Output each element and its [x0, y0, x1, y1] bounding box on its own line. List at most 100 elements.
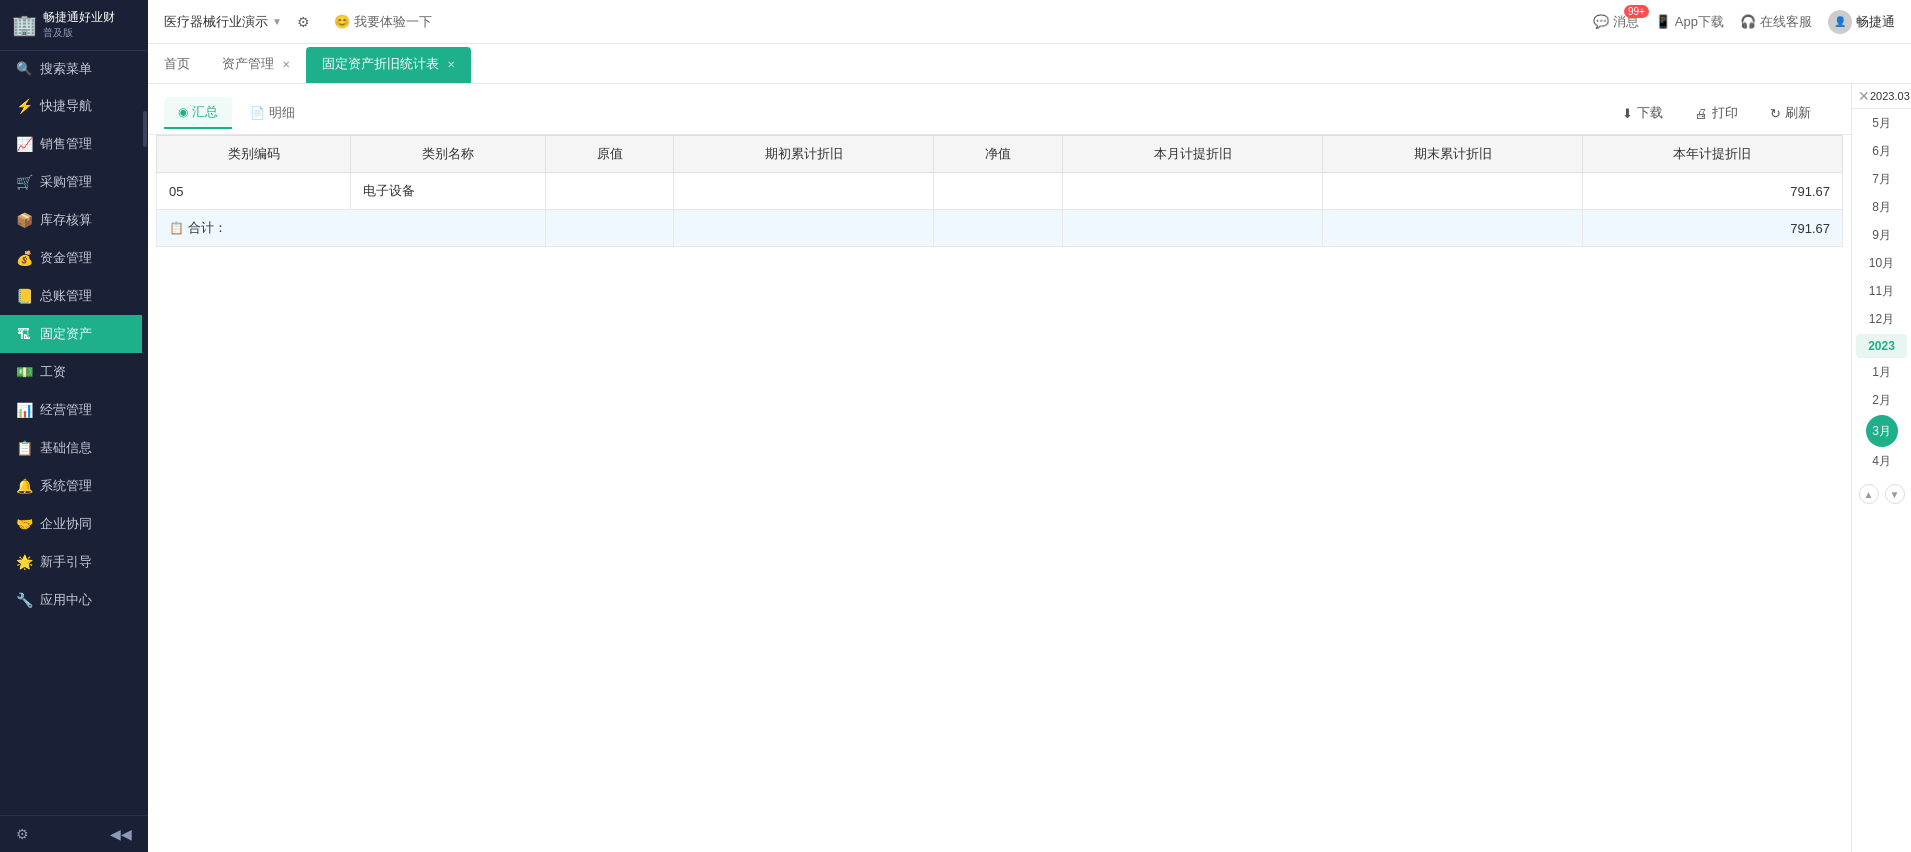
- print-button[interactable]: 🖨 打印: [1687, 100, 1746, 126]
- sidebar-item-enterprise[interactable]: 🤝 企业协同: [0, 505, 142, 543]
- date-month-10[interactable]: 10月: [1856, 250, 1907, 277]
- date-month-2[interactable]: 2月: [1856, 387, 1907, 414]
- sidebar-item-ledger[interactable]: 📒 总账管理: [0, 277, 142, 315]
- summary-net-value: [934, 210, 1063, 247]
- date-month-6[interactable]: 6月: [1856, 138, 1907, 165]
- col-header-code: 类别编码: [157, 136, 351, 173]
- sidebar-item-system[interactable]: 🔔 系统管理: [0, 467, 142, 505]
- company-name: 医疗器械行业演示: [164, 13, 268, 31]
- refresh-icon: ↻: [1770, 106, 1781, 121]
- app-download-button[interactable]: 📱 App下载: [1655, 13, 1724, 31]
- row-code: 05: [157, 173, 351, 210]
- col-header-closing-dep: 期末累计折旧: [1323, 136, 1583, 173]
- sidebar-item-label: 系统管理: [40, 477, 92, 495]
- date-nav-down-icon[interactable]: ▼: [1885, 484, 1905, 504]
- phone-icon: 📱: [1655, 14, 1671, 29]
- report-area: ◉ 汇总 📄 明细 ⬇ 下载 🖨 打印: [148, 84, 1851, 852]
- sidebar-item-label: 新手引导: [40, 553, 92, 571]
- user-info[interactable]: 👤 畅捷通: [1828, 10, 1895, 34]
- header-left: 医疗器械行业演示 ▼ ⚙ 😊 我要体验一下: [164, 8, 440, 36]
- refresh-button[interactable]: ↻ 刷新: [1762, 100, 1819, 126]
- tab-fixed-asset-report[interactable]: 固定资产折旧统计表 ✕: [306, 47, 471, 83]
- date-month-5[interactable]: 5月: [1856, 110, 1907, 137]
- date-month-8[interactable]: 8月: [1856, 194, 1907, 221]
- date-sidebar-close-icon[interactable]: ✕: [1858, 88, 1870, 104]
- sidebar-search[interactable]: 🔍 搜索菜单: [0, 51, 142, 87]
- sales-icon: 📈: [16, 136, 32, 152]
- row-name: 电子设备: [351, 173, 545, 210]
- experience-button[interactable]: 😊 我要体验一下: [326, 9, 440, 35]
- row-annual-dep: 791.67: [1582, 173, 1842, 210]
- date-month-12[interactable]: 12月: [1856, 306, 1907, 333]
- sidebar-item-capital[interactable]: 💰 资金管理: [0, 239, 142, 277]
- sidebar-item-app-center[interactable]: 🔧 应用中心: [0, 581, 142, 619]
- date-month-active[interactable]: 3月: [1866, 415, 1898, 447]
- sidebar-item-label: 经营管理: [40, 401, 92, 419]
- date-list: 5月 6月 7月 8月 9月 10月 11月 12月 2023 1月 2月 3月…: [1852, 109, 1911, 852]
- top-header: 医疗器械行业演示 ▼ ⚙ 😊 我要体验一下 💬 消息 99+ 📱 App下载: [148, 0, 1911, 44]
- summary-opening-dep: [674, 210, 934, 247]
- sidebar-item-quick-nav[interactable]: ⚡ 快捷导航: [0, 87, 142, 125]
- tab-asset-close-icon[interactable]: ✕: [282, 59, 290, 70]
- customer-service-button[interactable]: 🎧 在线客服: [1740, 13, 1812, 31]
- sidebar-item-operations[interactable]: 📊 经营管理: [0, 391, 142, 429]
- main-content: 医疗器械行业演示 ▼ ⚙ 😊 我要体验一下 💬 消息 99+ 📱 App下载: [148, 0, 1911, 852]
- sidebar-item-label: 采购管理: [40, 173, 92, 191]
- sub-tab-summary[interactable]: ◉ 汇总: [164, 97, 232, 129]
- sidebar-item-label: 资金管理: [40, 249, 92, 267]
- sidebar-item-guide[interactable]: 🌟 新手引导: [0, 543, 142, 581]
- date-sidebar: ✕ 2023.03 ⬜ 5月 6月 7月 8月 9月 10月 11月 12月 2…: [1851, 84, 1911, 852]
- company-selector[interactable]: 医疗器械行业演示 ▼: [164, 13, 282, 31]
- sidebar: 🏢 畅捷通好业财 普及版 🔍 搜索菜单 ⚡ 快捷导航 📈 销售管理 🛒 采购管理…: [0, 0, 148, 852]
- quick-nav-icon: ⚡: [16, 98, 32, 114]
- smile-icon: 😊: [334, 14, 350, 29]
- summary-icon: ◉: [178, 105, 188, 119]
- sidebar-item-label: 销售管理: [40, 135, 92, 153]
- date-month-11[interactable]: 11月: [1856, 278, 1907, 305]
- sidebar-item-basic-info[interactable]: 📋 基础信息: [0, 429, 142, 467]
- sidebar-item-fixed-asset[interactable]: 🏗 固定资产: [0, 315, 142, 353]
- sub-tab-detail[interactable]: 📄 明细: [236, 98, 309, 128]
- payroll-icon: 💵: [16, 364, 32, 380]
- message-button[interactable]: 💬 消息 99+: [1593, 13, 1639, 31]
- date-month-1[interactable]: 1月: [1856, 359, 1907, 386]
- tab-home[interactable]: 首页: [148, 47, 206, 83]
- sidebar-item-sales[interactable]: 📈 销售管理: [0, 125, 142, 163]
- app-edition: 普及版: [43, 26, 115, 40]
- sidebar-item-purchase[interactable]: 🛒 采购管理: [0, 163, 142, 201]
- inventory-icon: 📦: [16, 212, 32, 228]
- settings-footer-icon[interactable]: ⚙: [16, 826, 29, 842]
- sidebar-item-label: 库存核算: [40, 211, 92, 229]
- gear-icon: ⚙: [297, 14, 310, 30]
- enterprise-icon: 🤝: [16, 516, 32, 532]
- sidebar-item-label: 工资: [40, 363, 66, 381]
- date-nav-up-icon[interactable]: ▲: [1859, 484, 1879, 504]
- col-header-name: 类别名称: [351, 136, 545, 173]
- tab-report-close-icon[interactable]: ✕: [447, 59, 455, 70]
- sidebar-item-label: 快捷导航: [40, 97, 92, 115]
- download-icon: ⬇: [1622, 106, 1633, 121]
- summary-annual-dep: 791.67: [1582, 210, 1842, 247]
- summary-monthly-dep: [1063, 210, 1323, 247]
- company-settings-button[interactable]: ⚙: [290, 8, 318, 36]
- date-month-9[interactable]: 9月: [1856, 222, 1907, 249]
- tab-asset-management[interactable]: 资产管理 ✕: [206, 47, 306, 83]
- sidebar-footer: ⚙ ◀◀: [0, 815, 148, 852]
- sidebar-item-label: 基础信息: [40, 439, 92, 457]
- sidebar-item-inventory[interactable]: 📦 库存核算: [0, 201, 142, 239]
- summary-label: 📋 合计：: [157, 210, 546, 247]
- date-month-4[interactable]: 4月: [1856, 448, 1907, 475]
- col-header-opening-dep: 期初累计折旧: [674, 136, 934, 173]
- sidebar-item-payroll[interactable]: 💵 工资: [0, 353, 142, 391]
- col-header-original: 原值: [545, 136, 674, 173]
- collapse-icon[interactable]: ◀◀: [110, 826, 132, 842]
- download-button[interactable]: ⬇ 下载: [1614, 100, 1671, 126]
- date-year-label[interactable]: 2023: [1856, 334, 1907, 358]
- col-header-net-value: 净值: [934, 136, 1063, 173]
- print-icon: 🖨: [1695, 106, 1708, 121]
- fixed-asset-icon: 🏗: [16, 326, 32, 342]
- sidebar-nav-items: ⚡ 快捷导航 📈 销售管理 🛒 采购管理 📦 库存核算 💰 资金管理 📒 总账管…: [0, 87, 142, 619]
- message-icon: 💬: [1593, 14, 1609, 29]
- date-month-7[interactable]: 7月: [1856, 166, 1907, 193]
- col-header-annual-dep: 本年计提折旧: [1582, 136, 1842, 173]
